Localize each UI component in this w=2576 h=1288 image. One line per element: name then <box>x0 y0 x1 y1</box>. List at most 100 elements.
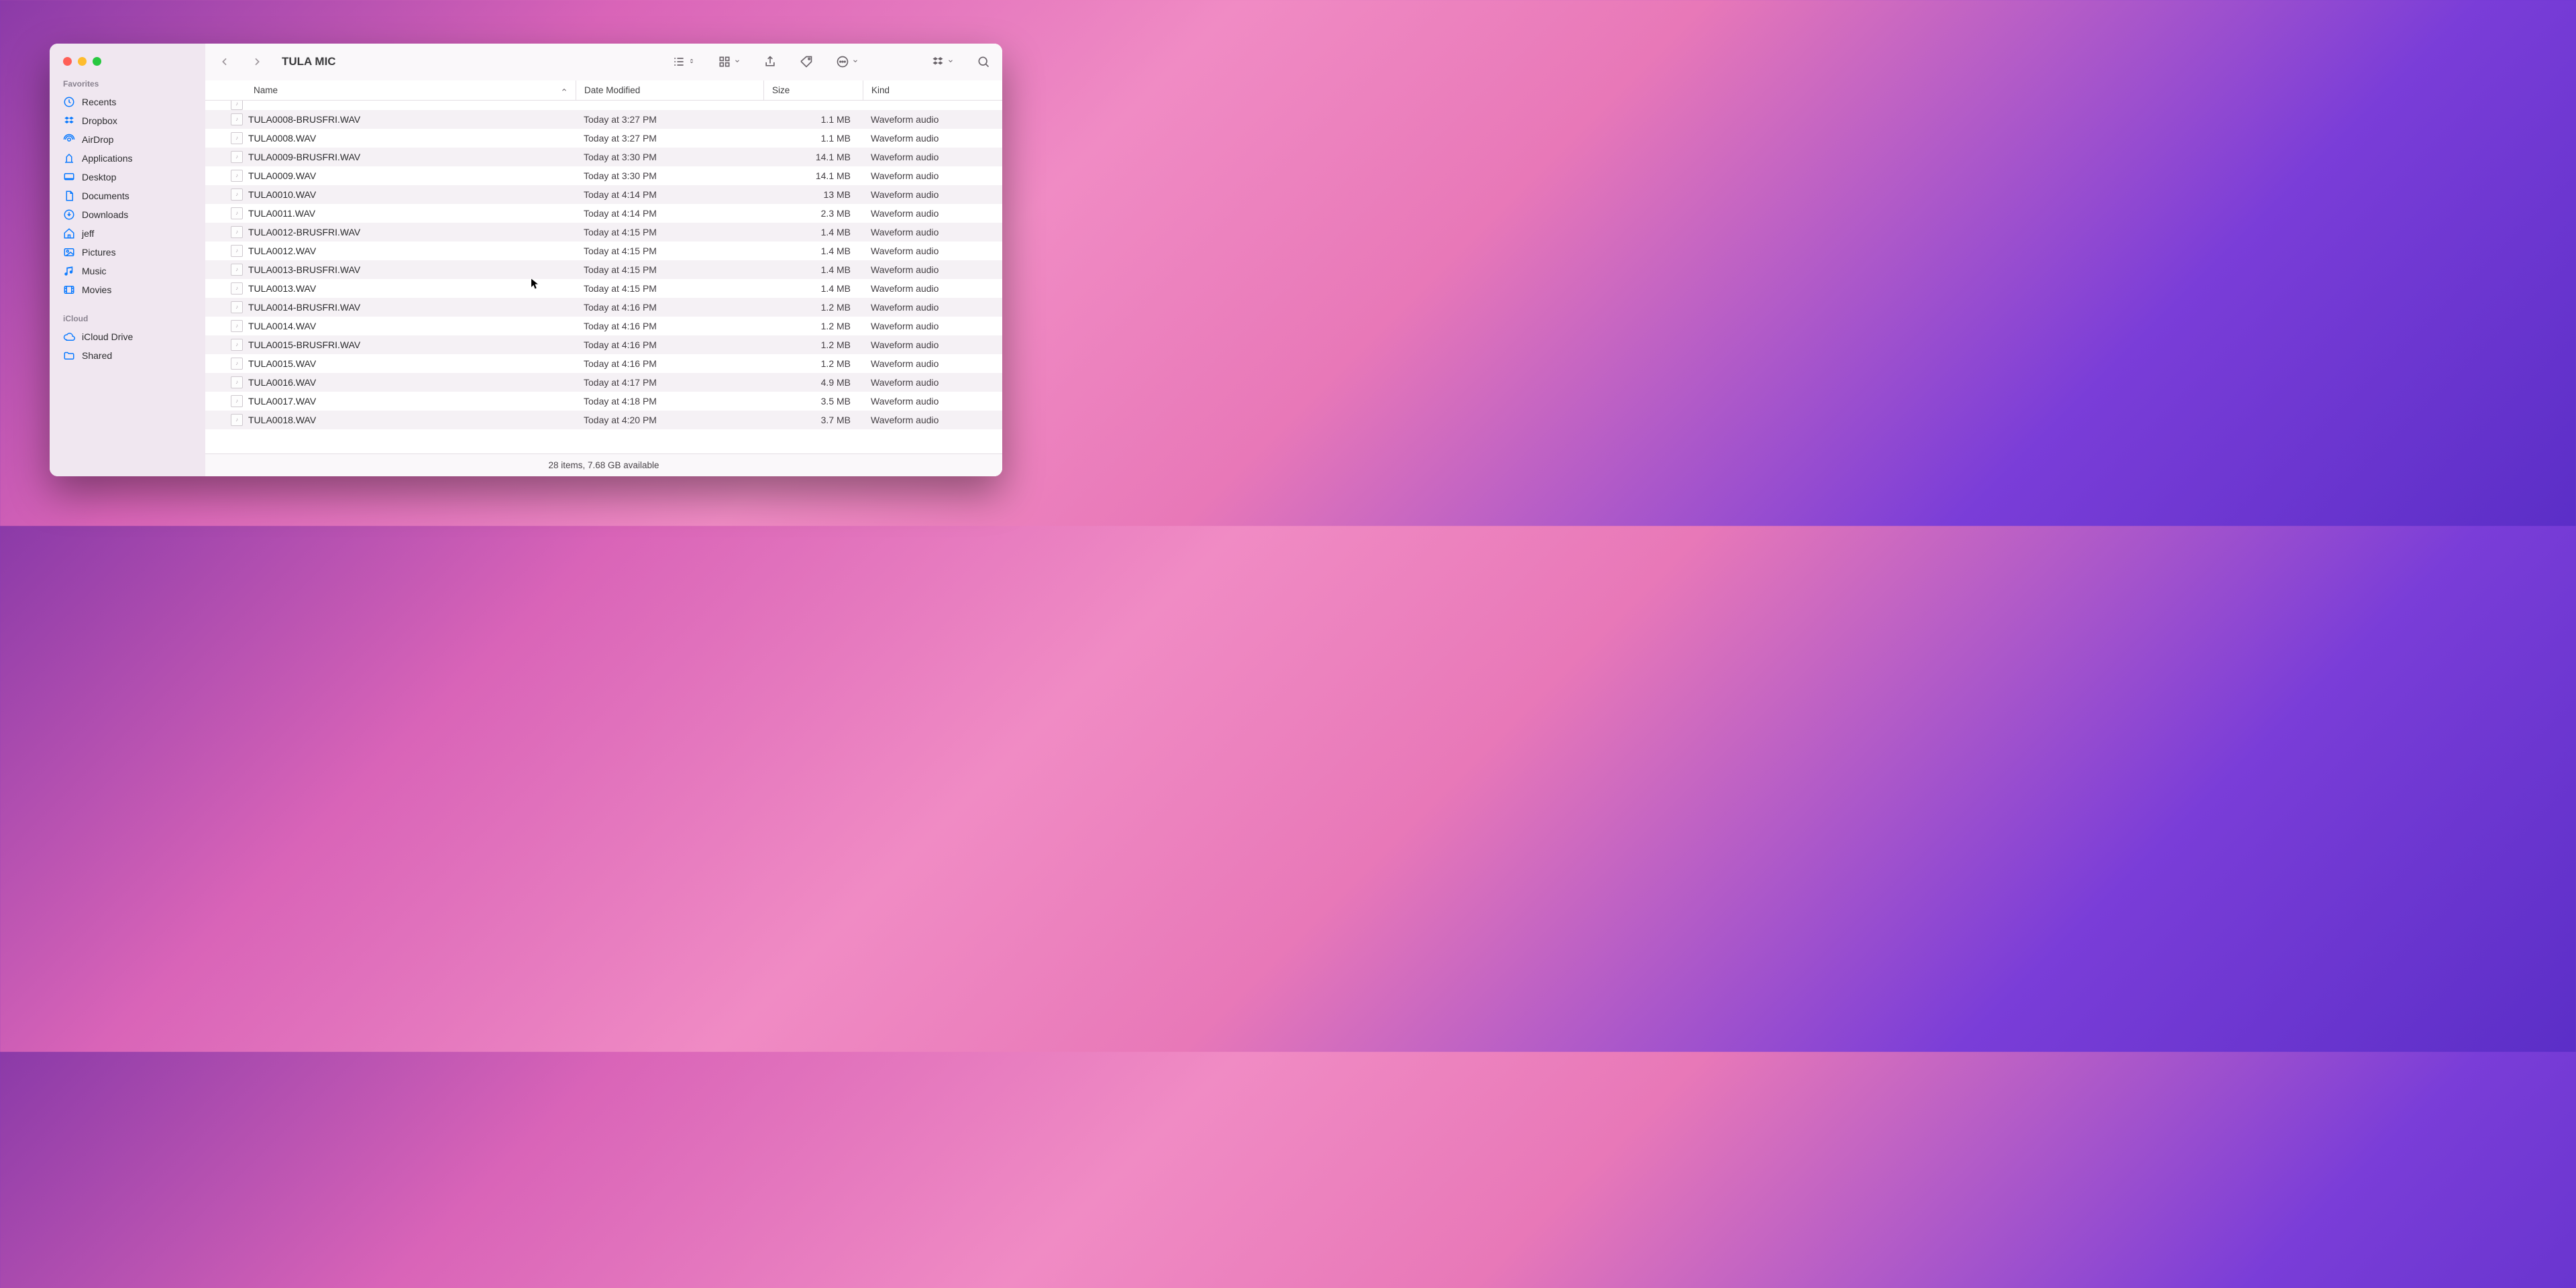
audio-file-icon: ♪ <box>231 132 243 144</box>
file-name: TULA0015.WAV <box>248 358 316 369</box>
table-row[interactable]: ♪ <box>205 101 1002 110</box>
file-date: Today at 4:15 PM <box>576 246 763 256</box>
table-row[interactable]: ♪TULA0017.WAVToday at 4:18 PM3.5 MBWavef… <box>205 392 1002 411</box>
file-kind: Waveform audio <box>863 189 1002 200</box>
forward-button[interactable] <box>250 54 264 69</box>
status-text: 28 items, 7.68 GB available <box>548 460 659 470</box>
file-kind: Waveform audio <box>863 264 1002 275</box>
file-date: Today at 4:14 PM <box>576 189 763 200</box>
file-date: Today at 4:18 PM <box>576 396 763 407</box>
sidebar-item-icloud-drive[interactable]: iCloud Drive <box>50 327 205 346</box>
toolbar: TULA MIC <box>205 44 1002 80</box>
table-row[interactable]: ♪TULA0010.WAVToday at 4:14 PM13 MBWavefo… <box>205 185 1002 204</box>
sidebar-item-label: Pictures <box>82 247 116 258</box>
table-row[interactable]: ♪TULA0012.WAVToday at 4:15 PM1.4 MBWavef… <box>205 241 1002 260</box>
table-row[interactable]: ♪TULA0016.WAVToday at 4:17 PM4.9 MBWavef… <box>205 373 1002 392</box>
chevron-down-icon <box>734 56 741 68</box>
sidebar-item-home[interactable]: jeff <box>50 224 205 243</box>
sort-asc-icon <box>561 85 568 95</box>
sidebar-item-label: Recents <box>82 97 116 107</box>
table-row[interactable]: ♪TULA0008.WAVToday at 3:27 PM1.1 MBWavef… <box>205 129 1002 148</box>
table-row[interactable]: ♪TULA0015-BRUSFRI.WAVToday at 4:16 PM1.2… <box>205 335 1002 354</box>
file-name: TULA0009-BRUSFRI.WAV <box>248 152 360 162</box>
table-row[interactable]: ♪TULA0009-BRUSFRI.WAVToday at 3:30 PM14.… <box>205 148 1002 166</box>
audio-file-icon: ♪ <box>231 395 243 407</box>
zoom-button[interactable] <box>93 57 101 66</box>
share-button[interactable] <box>763 55 777 68</box>
sidebar-item-label: Movies <box>82 284 111 295</box>
file-date: Today at 4:16 PM <box>576 339 763 350</box>
sidebar-item-downloads[interactable]: Downloads <box>50 205 205 224</box>
sidebar-item-desktop[interactable]: Desktop <box>50 168 205 186</box>
file-kind: Waveform audio <box>863 114 1002 125</box>
table-row[interactable]: ♪TULA0009.WAVToday at 3:30 PM14.1 MBWave… <box>205 166 1002 185</box>
sidebar-item-documents[interactable]: Documents <box>50 186 205 205</box>
table-row[interactable]: ♪TULA0018.WAVToday at 4:20 PM3.7 MBWavef… <box>205 411 1002 429</box>
sidebar-item-pictures[interactable]: Pictures <box>50 243 205 262</box>
audio-file-icon: ♪ <box>231 245 243 257</box>
file-size: 14.1 MB <box>763 170 863 181</box>
search-button[interactable] <box>977 55 990 68</box>
file-size: 1.1 MB <box>763 133 863 144</box>
download-icon <box>63 209 75 221</box>
file-list[interactable]: ♪ ♪TULA0008-BRUSFRI.WAVToday at 3:27 PM1… <box>205 101 1002 453</box>
file-date: Today at 3:30 PM <box>576 170 763 181</box>
file-date: Today at 4:16 PM <box>576 302 763 313</box>
sidebar-item-recents[interactable]: Recents <box>50 93 205 111</box>
table-row[interactable]: ♪TULA0014.WAVToday at 4:16 PM1.2 MBWavef… <box>205 317 1002 335</box>
file-kind: Waveform audio <box>863 133 1002 144</box>
sidebar: Favorites Recents Dropbox AirDrop Applic… <box>50 44 205 476</box>
audio-file-icon: ♪ <box>231 376 243 388</box>
column-header-label: Size <box>772 85 790 95</box>
table-row[interactable]: ♪TULA0013.WAVToday at 4:15 PM1.4 MBWavef… <box>205 279 1002 298</box>
close-button[interactable] <box>63 57 72 66</box>
table-row[interactable]: ♪TULA0008-BRUSFRI.WAVToday at 3:27 PM1.1… <box>205 110 1002 129</box>
file-size: 1.4 MB <box>763 227 863 237</box>
file-name: TULA0012.WAV <box>248 246 316 256</box>
file-size: 1.4 MB <box>763 264 863 275</box>
file-size: 1.2 MB <box>763 358 863 369</box>
file-size: 4.9 MB <box>763 377 863 388</box>
table-row[interactable]: ♪TULA0012-BRUSFRI.WAVToday at 4:15 PM1.4… <box>205 223 1002 241</box>
column-header-name[interactable]: Name <box>205 85 576 95</box>
sidebar-item-label: Applications <box>82 153 133 164</box>
sidebar-item-label: jeff <box>82 228 94 239</box>
sidebar-item-shared[interactable]: Shared <box>50 346 205 365</box>
file-kind: Waveform audio <box>863 170 1002 181</box>
audio-file-icon: ♪ <box>231 282 243 294</box>
file-kind: Waveform audio <box>863 396 1002 407</box>
table-row[interactable]: ♪TULA0015.WAVToday at 4:16 PM1.2 MBWavef… <box>205 354 1002 373</box>
group-by-button[interactable] <box>718 55 741 68</box>
sidebar-item-applications[interactable]: Applications <box>50 149 205 168</box>
column-header-size[interactable]: Size <box>763 80 863 100</box>
table-row[interactable]: ♪TULA0014-BRUSFRI.WAVToday at 4:16 PM1.2… <box>205 298 1002 317</box>
column-header-kind[interactable]: Kind <box>863 80 1002 100</box>
file-date: Today at 3:27 PM <box>576 114 763 125</box>
sidebar-item-label: Downloads <box>82 209 128 220</box>
audio-file-icon: ♪ <box>231 226 243 238</box>
sidebar-item-music[interactable]: Music <box>50 262 205 280</box>
tags-button[interactable] <box>800 55 813 68</box>
sidebar-item-dropbox[interactable]: Dropbox <box>50 111 205 130</box>
file-date: Today at 4:16 PM <box>576 358 763 369</box>
file-kind: Waveform audio <box>863 227 1002 237</box>
shared-folder-icon <box>63 350 75 362</box>
audio-file-icon: ♪ <box>231 207 243 219</box>
view-mode-list-button[interactable] <box>672 55 695 68</box>
dropbox-toolbar-button[interactable] <box>931 55 954 68</box>
minimize-button[interactable] <box>78 57 87 66</box>
table-row[interactable]: ♪TULA0013-BRUSFRI.WAVToday at 4:15 PM1.4… <box>205 260 1002 279</box>
sidebar-item-airdrop[interactable]: AirDrop <box>50 130 205 149</box>
chevron-down-icon <box>852 56 859 68</box>
file-name: TULA0008.WAV <box>248 133 316 144</box>
action-menu-button[interactable] <box>836 55 859 68</box>
file-name: TULA0012-BRUSFRI.WAV <box>248 227 360 237</box>
back-button[interactable] <box>217 54 232 69</box>
file-name: TULA0011.WAV <box>248 208 315 219</box>
table-row[interactable]: ♪TULA0011.WAVToday at 4:14 PM2.3 MBWavef… <box>205 204 1002 223</box>
sidebar-item-movies[interactable]: Movies <box>50 280 205 299</box>
window-title: TULA MIC <box>282 55 336 68</box>
column-header-date[interactable]: Date Modified <box>576 80 763 100</box>
audio-file-icon: ♪ <box>231 189 243 201</box>
audio-file-icon: ♪ <box>231 101 243 110</box>
